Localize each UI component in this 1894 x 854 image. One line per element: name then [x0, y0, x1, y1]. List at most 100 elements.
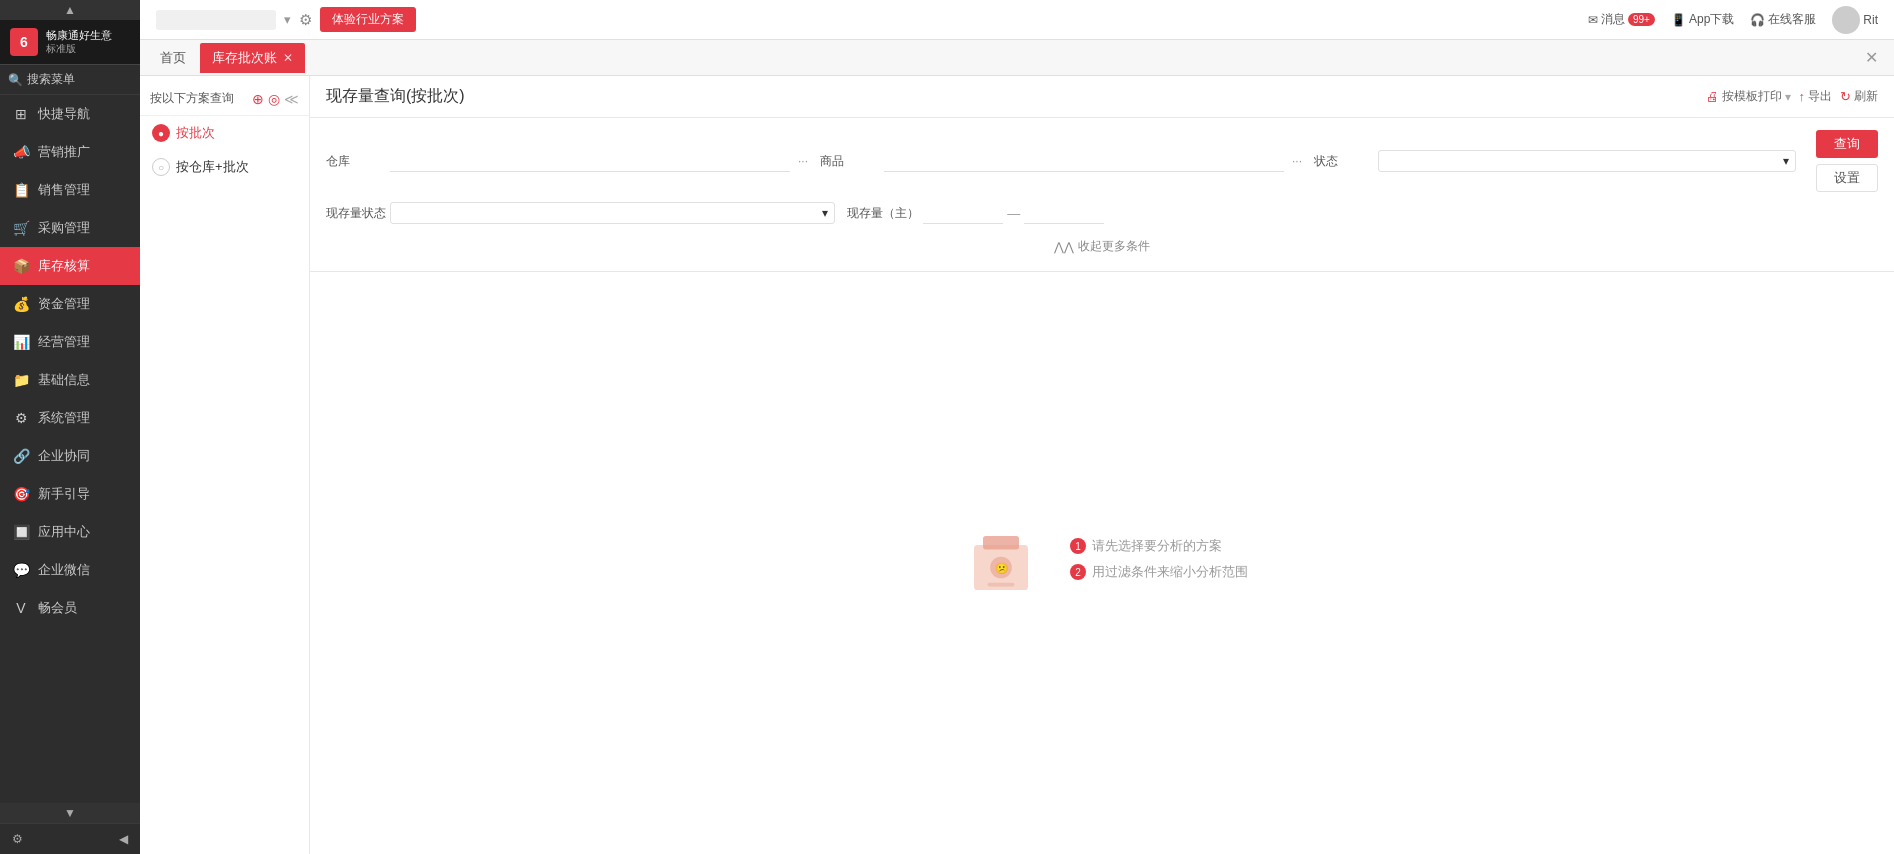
brand-name: 畅康通好生意: [46, 28, 112, 42]
tip-num-2: 2: [1070, 564, 1086, 580]
topbar-settings-icon[interactable]: ⚙: [299, 11, 312, 29]
sidebar-item-marketing[interactable]: 📣 营销推广: [0, 133, 140, 171]
page-header: 现存量查询(按批次) 🖨 按模板打印 ▾ ↑ 导出 ↻ 刷新: [310, 76, 1894, 118]
quick-nav-icon: ⊞: [12, 106, 30, 122]
wechat-icon: 💬: [12, 562, 30, 578]
sidebar-item-inventory[interactable]: 📦 库存核算: [0, 247, 140, 285]
sidebar-item-basic-info[interactable]: 📁 基础信息: [0, 361, 140, 399]
left-panel-collapse-icon[interactable]: ≪: [284, 91, 299, 107]
main-area: ▾ ⚙ 体验行业方案 ✉ 消息 99+ 📱 App下载 🎧 在线客服 Rit: [140, 0, 1894, 854]
topbar-search-input[interactable]: [156, 10, 276, 30]
refresh-icon: ↻: [1840, 89, 1851, 104]
user-profile-button[interactable]: Rit: [1832, 6, 1878, 34]
export-label: 导出: [1808, 88, 1832, 105]
app-download-label: App下载: [1689, 11, 1734, 28]
settings-icon[interactable]: ⚙: [12, 832, 23, 846]
online-support-button[interactable]: 🎧 在线客服: [1750, 11, 1816, 28]
app-logo: 6: [10, 28, 38, 56]
sidebar-item-vip[interactable]: V 畅会员: [0, 589, 140, 627]
refresh-button[interactable]: ↻ 刷新: [1840, 88, 1878, 105]
right-main: 现存量查询(按批次) 🖨 按模板打印 ▾ ↑ 导出 ↻ 刷新: [310, 76, 1894, 854]
filter-area: 仓库 ··· 商品 ··· 状态 ▾: [310, 118, 1894, 272]
empty-illustration: 😕: [956, 518, 1046, 608]
app-download-icon: 📱: [1671, 13, 1686, 27]
print-dropdown-icon[interactable]: ▾: [1785, 90, 1791, 104]
tip-text-1: 请先选择要分析的方案: [1092, 537, 1222, 555]
sidebar-item-quick-nav[interactable]: ⊞ 快捷导航: [0, 95, 140, 133]
inventory-status-select[interactable]: ▾: [390, 202, 835, 224]
print-button[interactable]: 🖨 按模板打印 ▾: [1706, 88, 1791, 105]
inventory-status-filter: 现存量状态 ▾: [326, 202, 835, 224]
industry-solution-button[interactable]: 体验行业方案: [320, 7, 416, 32]
topbar-dropdown-icon[interactable]: ▾: [284, 12, 291, 27]
schema-icon-active: ●: [152, 124, 170, 142]
sidebar-item-enterprise[interactable]: 🔗 企业协同: [0, 437, 140, 475]
goods-filter: 商品 ···: [820, 151, 1302, 172]
sidebar-scroll-up[interactable]: ▲: [0, 0, 140, 20]
inventory-qty-label: 现存量（主）: [847, 205, 919, 222]
sidebar-search[interactable]: 🔍 搜索菜单: [0, 65, 140, 95]
brand-version: 标准版: [46, 42, 112, 56]
goods-label: 商品: [820, 153, 880, 170]
empty-tips: 1 请先选择要分析的方案 2 用过滤条件来缩小分析范围: [1070, 537, 1248, 589]
collapse-filter-button[interactable]: ⋀⋀ 收起更多条件: [326, 234, 1878, 259]
sidebar-item-sales[interactable]: 📋 销售管理: [0, 171, 140, 209]
sidebar-item-operations[interactable]: 📊 经营管理: [0, 323, 140, 361]
inventory-qty-filter: 现存量（主） —: [847, 203, 1356, 224]
messages-icon: ✉: [1588, 13, 1598, 27]
topbar: ▾ ⚙ 体验行业方案 ✉ 消息 99+ 📱 App下载 🎧 在线客服 Rit: [140, 0, 1894, 40]
query-button[interactable]: 查询: [1816, 130, 1878, 158]
tip-num-1: 1: [1070, 538, 1086, 554]
goods-input[interactable]: [884, 151, 1284, 172]
schema-item-by-batch[interactable]: ● 按批次: [140, 116, 309, 150]
tab-close-icon[interactable]: ✕: [283, 51, 293, 65]
sidebar-item-label: 营销推广: [38, 143, 90, 161]
empty-content: 😕 1 请先选择要分析的方案 2 用过滤条件来缩小分析范围: [956, 518, 1248, 608]
inventory-qty-from[interactable]: [923, 203, 1003, 224]
sidebar-scroll-down[interactable]: ▼: [0, 803, 140, 823]
setting-button[interactable]: 设置: [1816, 164, 1878, 192]
marketing-icon: 📣: [12, 144, 30, 160]
schema-item-by-warehouse-batch[interactable]: ○ 按仓库+批次: [140, 150, 309, 184]
purchase-icon: 🛒: [12, 220, 30, 236]
brand-info: 畅康通好生意 标准版: [46, 28, 112, 56]
status-filter: 状态 ▾: [1314, 150, 1796, 172]
schema-item-label: 按批次: [176, 124, 215, 142]
sidebar-item-label: 应用中心: [38, 523, 90, 541]
tab-inventory-batch[interactable]: 库存批次账 ✕: [200, 43, 305, 73]
sidebar-item-newbie[interactable]: 🎯 新手引导: [0, 475, 140, 513]
messages-button[interactable]: ✉ 消息 99+: [1588, 11, 1655, 28]
sidebar-item-label: 采购管理: [38, 219, 90, 237]
collapse-sidebar-icon[interactable]: ◀: [119, 832, 128, 846]
left-panel: 按以下方案查询 ⊕ ◎ ≪ ● 按批次 ○ 按仓库+批次: [140, 76, 310, 854]
goods-more-icon[interactable]: ···: [1292, 154, 1302, 168]
sidebar-item-system[interactable]: ⚙ 系统管理: [0, 399, 140, 437]
warehouse-filter: 仓库 ···: [326, 151, 808, 172]
export-button[interactable]: ↑ 导出: [1799, 88, 1833, 105]
tab-label: 库存批次账: [212, 49, 277, 67]
add-schema-button[interactable]: ⊕: [252, 91, 264, 107]
sidebar-item-label: 经营管理: [38, 333, 90, 351]
tab-home[interactable]: 首页: [148, 43, 198, 73]
page-title: 现存量查询(按批次): [326, 86, 465, 107]
schema-settings-icon[interactable]: ◎: [268, 91, 280, 107]
app-download-button[interactable]: 📱 App下载: [1671, 11, 1734, 28]
status-select[interactable]: ▾: [1378, 150, 1796, 172]
warehouse-more-icon[interactable]: ···: [798, 154, 808, 168]
sidebar-item-finance[interactable]: 💰 资金管理: [0, 285, 140, 323]
export-icon: ↑: [1799, 89, 1806, 104]
sidebar-item-label: 资金管理: [38, 295, 90, 313]
sidebar-item-wechat[interactable]: 💬 企业微信: [0, 551, 140, 589]
qty-separator: —: [1007, 206, 1020, 221]
close-tab-right-icon[interactable]: ✕: [1857, 48, 1886, 67]
inventory-qty-to[interactable]: [1024, 203, 1104, 224]
enterprise-icon: 🔗: [12, 448, 30, 464]
sidebar-header: 6 畅康通好生意 标准版: [0, 20, 140, 65]
warehouse-input[interactable]: [390, 151, 790, 172]
search-icon: 🔍: [8, 73, 23, 87]
sidebar-item-app-center[interactable]: 🔲 应用中心: [0, 513, 140, 551]
sidebar-item-purchase[interactable]: 🛒 采购管理: [0, 209, 140, 247]
sidebar-item-label: 库存核算: [38, 257, 90, 275]
sidebar-item-label: 企业协同: [38, 447, 90, 465]
left-panel-title: 按以下方案查询: [150, 90, 234, 107]
